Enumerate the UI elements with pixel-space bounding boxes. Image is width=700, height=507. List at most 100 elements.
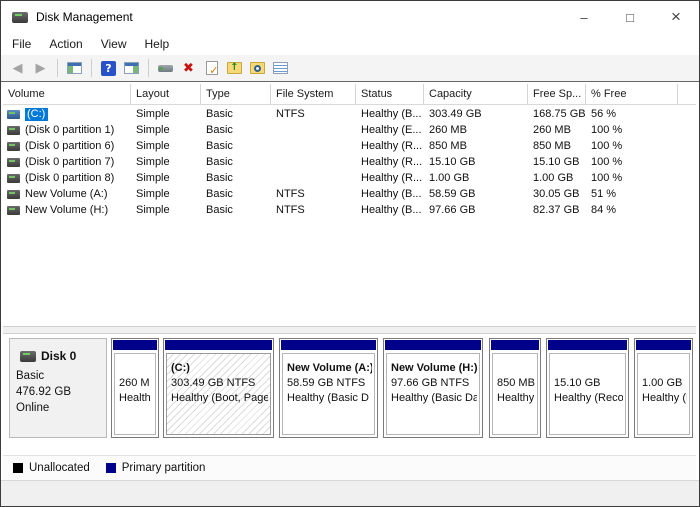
menu-action[interactable]: Action: [40, 35, 91, 53]
table-row-p6[interactable]: (Disk 0 partition 6) Simple Basic Health…: [3, 138, 696, 154]
help-icon[interactable]: ?: [99, 60, 118, 77]
drive-icon: [7, 141, 20, 151]
maximize-button[interactable]: □: [607, 1, 653, 33]
legend-primary-partition: Primary partition: [105, 462, 205, 474]
cell-capacity: 303.49 GB: [429, 108, 482, 120]
cell-fs: NTFS: [276, 204, 305, 216]
menu-view[interactable]: View: [92, 35, 136, 53]
partition-block-c[interactable]: (C:) 303.49 GB NTFS Healthy (Boot, Page: [163, 338, 274, 438]
primary-partition-bar: [165, 340, 272, 350]
title-bar[interactable]: Disk Management – □ ×: [1, 1, 699, 33]
legend-unallocated: Unallocated: [13, 462, 90, 474]
column-file-system[interactable]: File System: [271, 84, 356, 104]
toolbar-separator: [57, 59, 58, 77]
partition-blocks: 260 M Health (C:) 303.49 GB NTFS Healthy…: [111, 338, 696, 438]
legend-unallocated-label: Unallocated: [29, 462, 90, 474]
table-row-newvol-a[interactable]: New Volume (A:) Simple Basic NTFS Health…: [3, 186, 696, 202]
cell-free: 850 MB: [533, 140, 571, 152]
cell-layout: Simple: [136, 140, 170, 152]
toolbar-separator: [148, 59, 149, 77]
cell-layout: Simple: [136, 172, 170, 184]
toolbar: ◀ ▶ ? ✖ ✓ ↑: [1, 55, 699, 82]
disk-size: 476.92 GB: [16, 386, 71, 398]
close-button[interactable]: ×: [653, 1, 699, 33]
column-empty: [678, 84, 696, 104]
cell-free: 260 MB: [533, 124, 571, 136]
column-type[interactable]: Type: [201, 84, 271, 104]
check-document-icon[interactable]: ✓: [202, 60, 221, 77]
status-strip: [1, 480, 699, 506]
volume-list: (C:) Simple Basic NTFS Healthy (B... 303…: [3, 106, 696, 218]
disk-status: Online: [16, 402, 50, 414]
table-row-p1[interactable]: (Disk 0 partition 1) Simple Basic Health…: [3, 122, 696, 138]
back-icon[interactable]: ◀: [8, 60, 27, 77]
cell-capacity: 260 MB: [429, 124, 467, 136]
app-drive-icon: [12, 11, 28, 23]
disk-icon: [20, 350, 36, 362]
minimize-button[interactable]: –: [561, 1, 607, 33]
show-action-pane-icon[interactable]: [122, 60, 141, 77]
primary-partition-bar: [491, 340, 539, 350]
menu-bar: File Action View Help: [1, 33, 699, 55]
column-capacity[interactable]: Capacity: [424, 84, 528, 104]
partition-block-1gb[interactable]: 1.00 GB Healthy (R: [634, 338, 693, 438]
cell-type: Basic: [206, 108, 233, 120]
panel-splitter[interactable]: [3, 326, 696, 334]
drive-icon: [7, 157, 20, 167]
cell-capacity: 850 MB: [429, 140, 467, 152]
volume-name: New Volume (A:): [25, 188, 108, 200]
explore-folder-icon[interactable]: [248, 60, 267, 77]
volume-list-header: Volume Layout Type File System Status Ca…: [3, 84, 696, 105]
menu-file[interactable]: File: [3, 35, 40, 53]
disk-type: Basic: [16, 370, 45, 382]
drive-icon: [7, 189, 20, 199]
cell-type: Basic: [206, 156, 233, 168]
cell-layout: Simple: [136, 204, 170, 216]
unallocated-swatch-icon: [13, 463, 23, 473]
drive-icon: [7, 125, 20, 135]
cell-capacity: 1.00 GB: [429, 172, 470, 184]
cell-status: Healthy (R...: [361, 140, 423, 152]
menu-help[interactable]: Help: [136, 35, 179, 53]
cell-free: 1.00 GB: [533, 172, 574, 184]
volume-name: (Disk 0 partition 6): [25, 140, 115, 152]
device-icon[interactable]: [156, 60, 175, 77]
volume-name: (Disk 0 partition 7): [25, 156, 115, 168]
properties-icon[interactable]: [271, 60, 290, 77]
cell-pct: 84 %: [591, 204, 617, 216]
cell-status: Healthy (B...: [361, 188, 422, 200]
forward-icon[interactable]: ▶: [31, 60, 50, 77]
column-layout[interactable]: Layout: [131, 84, 201, 104]
disk0-panel[interactable]: Disk 0 Basic 476.92 GB Online: [9, 338, 107, 438]
partition-block-newvol-a[interactable]: New Volume (A:) 58.59 GB NTFS Healthy (B…: [279, 338, 378, 438]
cell-status: Healthy (B...: [361, 108, 422, 120]
cell-type: Basic: [206, 188, 233, 200]
cell-pct: 100 %: [591, 124, 623, 136]
table-row-c[interactable]: (C:) Simple Basic NTFS Healthy (B... 303…: [3, 106, 696, 122]
window-controls: – □ ×: [561, 1, 699, 33]
table-row-p8[interactable]: (Disk 0 partition 8) Simple Basic Health…: [3, 170, 696, 186]
cell-capacity: 15.10 GB: [429, 156, 476, 168]
drive-icon: [7, 205, 20, 215]
cell-pct: 51 %: [591, 188, 617, 200]
extend-folder-icon[interactable]: ↑: [225, 60, 244, 77]
partition-block-260mb[interactable]: 260 M Health: [111, 338, 159, 438]
column-volume[interactable]: Volume: [3, 84, 131, 104]
delete-volume-icon[interactable]: ✖: [179, 60, 198, 77]
table-row-p7[interactable]: (Disk 0 partition 7) Simple Basic Health…: [3, 154, 696, 170]
primary-partition-bar: [548, 340, 627, 350]
partition-block-15gb[interactable]: 15.10 GB Healthy (Reco: [546, 338, 629, 438]
table-row-newvol-h[interactable]: New Volume (H:) Simple Basic NTFS Health…: [3, 202, 696, 218]
partition-block-850mb[interactable]: 850 MB Healthy (: [489, 338, 541, 438]
partition-block-newvol-h[interactable]: New Volume (H:) 97.66 GB NTFS Healthy (B…: [383, 338, 483, 438]
primary-partition-bar: [636, 340, 691, 350]
volume-name: (Disk 0 partition 8): [25, 172, 115, 184]
column-status[interactable]: Status: [356, 84, 424, 104]
column-free-space[interactable]: Free Sp...: [528, 84, 586, 104]
column-pct-free[interactable]: % Free: [586, 84, 678, 104]
show-console-tree-icon[interactable]: [65, 60, 84, 77]
disk-label: Disk 0: [41, 349, 77, 363]
cell-pct: 100 %: [591, 156, 623, 168]
cell-free: 30.05 GB: [533, 188, 580, 200]
cell-layout: Simple: [136, 156, 170, 168]
